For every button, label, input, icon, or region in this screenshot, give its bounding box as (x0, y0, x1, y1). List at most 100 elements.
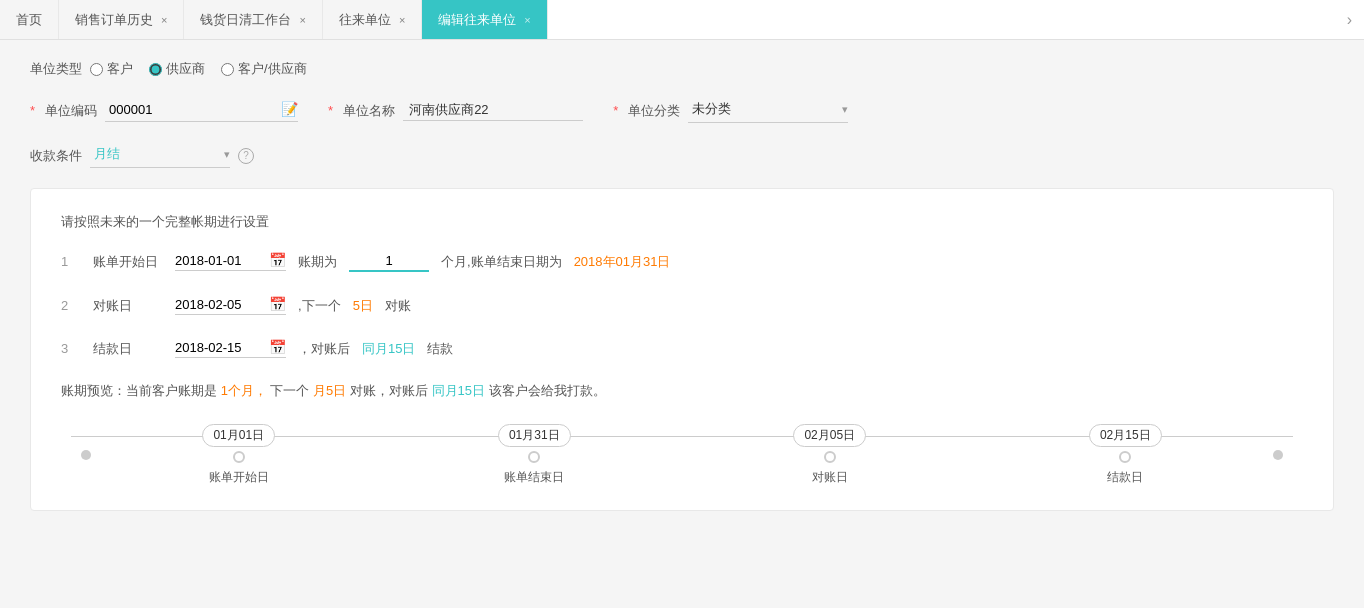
timeline-label-3: 对账日 (812, 469, 848, 486)
row-num-3: 3 (61, 341, 81, 356)
date-field-2[interactable] (175, 297, 265, 312)
end-date-highlight: 2018年01月31日 (574, 253, 671, 271)
unit-category-field: * 单位分类 未分类 ▾ (613, 98, 848, 123)
unit-code-icon[interactable]: 📝 (281, 101, 298, 117)
payment-desc-pre: ，对账后 (298, 340, 350, 358)
unit-category-value: 未分类 (688, 98, 842, 120)
close-tab-partner-units[interactable]: × (399, 14, 405, 26)
unit-type-field: 单位类型 客户 供应商 客户/供应商 (30, 60, 307, 78)
preview-next-pre: 下一个 (270, 383, 309, 398)
reconcile-day-highlight: 5日 (353, 297, 373, 315)
timeline-badge-2: 01月31日 (498, 424, 571, 447)
preview-reconcile-text: 对账，对账后 (350, 383, 428, 398)
unit-code-label: 单位编码 (45, 102, 97, 120)
tab-cash-reconciliation[interactable]: 钱货日清工作台 × (184, 0, 322, 39)
reconcile-desc: ,下一个 (298, 297, 341, 315)
timeline-start-dot (81, 450, 91, 460)
timeline-dot-1 (233, 451, 245, 463)
payment-condition-row: 收款条件 月结 ▾ ? (30, 143, 1334, 168)
timeline: 01月01日 账单开始日 01月31日 账单结束日 02月05日 对账日 (71, 424, 1293, 486)
radio-both[interactable]: 客户/供应商 (221, 60, 307, 78)
unit-code-field: * 单位编码 📝 (30, 100, 298, 122)
radio-supplier[interactable]: 供应商 (149, 60, 205, 78)
date-input-1: 📅 (175, 252, 286, 271)
timeline-label-1: 账单开始日 (209, 469, 269, 486)
payment-day-highlight: 同月15日 (362, 340, 415, 358)
payment-condition-value: 月结 (90, 143, 224, 165)
row-label-1: 账单开始日 (93, 253, 163, 271)
tab-expand-button[interactable]: › (1335, 11, 1364, 29)
close-tab-cash-reconciliation[interactable]: × (299, 14, 305, 26)
calendar-icon-3[interactable]: 📅 (269, 339, 286, 355)
payment-condition-field: 收款条件 月结 ▾ ? (30, 143, 254, 168)
unit-category-select[interactable]: 未分类 ▾ (688, 98, 848, 123)
settings-card: 请按照未来的一个完整帐期进行设置 1 账单开始日 📅 账期为 个月,账单结束日期… (30, 188, 1334, 511)
date-field-3[interactable] (175, 340, 265, 355)
unit-type-radio-group: 客户 供应商 客户/供应商 (90, 60, 307, 78)
timeline-point-3: 02月05日 对账日 (793, 424, 866, 486)
calendar-icon-1[interactable]: 📅 (269, 252, 286, 268)
close-tab-sales-order-history[interactable]: × (161, 14, 167, 26)
timeline-container: 01月01日 账单开始日 01月31日 账单结束日 02月05日 对账日 (71, 424, 1293, 486)
radio-customer-input[interactable] (90, 63, 103, 76)
timeline-dot-4 (1119, 451, 1131, 463)
close-tab-edit-partner[interactable]: × (524, 14, 530, 26)
config-row-2: 2 对账日 📅 ,下一个 5日 对账 (61, 296, 1303, 315)
radio-both-input[interactable] (221, 63, 234, 76)
period-suffix: 个月,账单结束日期为 (441, 253, 562, 271)
tab-bar: 首页 销售订单历史 × 钱货日清工作台 × 往来单位 × 编辑往来单位 × › (0, 0, 1364, 40)
timeline-label-4: 结款日 (1107, 469, 1143, 486)
unit-name-field: * 单位名称 (328, 101, 583, 121)
preview-reconcile-day: 月5日 (313, 383, 346, 398)
radio-supplier-input[interactable] (149, 63, 162, 76)
calendar-icon-2[interactable]: 📅 (269, 296, 286, 312)
timeline-label-2: 账单结束日 (504, 469, 564, 486)
payment-condition-help-icon[interactable]: ? (238, 148, 254, 164)
row-label-2: 对账日 (93, 297, 163, 315)
unit-name-input[interactable] (403, 101, 583, 121)
payment-condition-label: 收款条件 (30, 147, 82, 165)
timeline-end-dot (1273, 450, 1283, 460)
timeline-badge-3: 02月05日 (793, 424, 866, 447)
unit-code-input-wrap: 📝 (105, 100, 298, 122)
period-input[interactable] (349, 251, 429, 272)
unit-category-required: * (613, 103, 618, 118)
unit-name-required: * (328, 103, 333, 118)
timeline-dot-2 (528, 451, 540, 463)
preview-label: 账期预览：当前客户账期是 (61, 383, 217, 398)
card-instruction: 请按照未来的一个完整帐期进行设置 (61, 213, 1303, 231)
row-num-2: 2 (61, 298, 81, 313)
row-label-3: 结款日 (93, 340, 163, 358)
preview-payment-day: 同月15日 (432, 383, 485, 398)
radio-customer[interactable]: 客户 (90, 60, 133, 78)
unit-type-label: 单位类型 (30, 60, 82, 78)
timeline-badge-4: 02月15日 (1089, 424, 1162, 447)
unit-name-label: 单位名称 (343, 102, 395, 120)
timeline-point-4: 02月15日 结款日 (1089, 424, 1162, 486)
unit-code-required: * (30, 103, 35, 118)
tab-edit-partner[interactable]: 编辑往来单位 × (422, 0, 547, 39)
unit-code-input[interactable] (105, 100, 281, 119)
preview-suffix: 该客户会给我打款。 (489, 383, 606, 398)
tab-sales-order-history[interactable]: 销售订单历史 × (59, 0, 184, 39)
reconcile-suffix: 对账 (385, 297, 411, 315)
payment-suffix: 结款 (427, 340, 453, 358)
payment-condition-select[interactable]: 月结 ▾ (90, 143, 230, 168)
date-input-3: 📅 (175, 339, 286, 358)
date-input-2: 📅 (175, 296, 286, 315)
main-content: 单位类型 客户 供应商 客户/供应商 * 单位编码 (0, 40, 1364, 608)
timeline-point-2: 01月31日 账单结束日 (498, 424, 571, 486)
tab-home[interactable]: 首页 (0, 0, 59, 39)
timeline-dot-3 (824, 451, 836, 463)
timeline-badge-1: 01月01日 (202, 424, 275, 447)
unit-info-row: * 单位编码 📝 * 单位名称 * 单位分类 未分类 ▾ (30, 98, 1334, 123)
unit-category-chevron-icon: ▾ (842, 103, 848, 116)
unit-type-row: 单位类型 客户 供应商 客户/供应商 (30, 60, 1334, 78)
timeline-point-1: 01月01日 账单开始日 (202, 424, 275, 486)
date-field-1[interactable] (175, 253, 265, 268)
config-row-3: 3 结款日 📅 ，对账后 同月15日 结款 (61, 339, 1303, 358)
config-row-1: 1 账单开始日 📅 账期为 个月,账单结束日期为 2018年01月31日 (61, 251, 1303, 272)
tab-partner-units[interactable]: 往来单位 × (323, 0, 422, 39)
preview-section: 账期预览：当前客户账期是 1个月， 下一个 月5日 对账，对账后 同月15日 该… (61, 382, 1303, 400)
period-label: 账期为 (298, 253, 337, 271)
